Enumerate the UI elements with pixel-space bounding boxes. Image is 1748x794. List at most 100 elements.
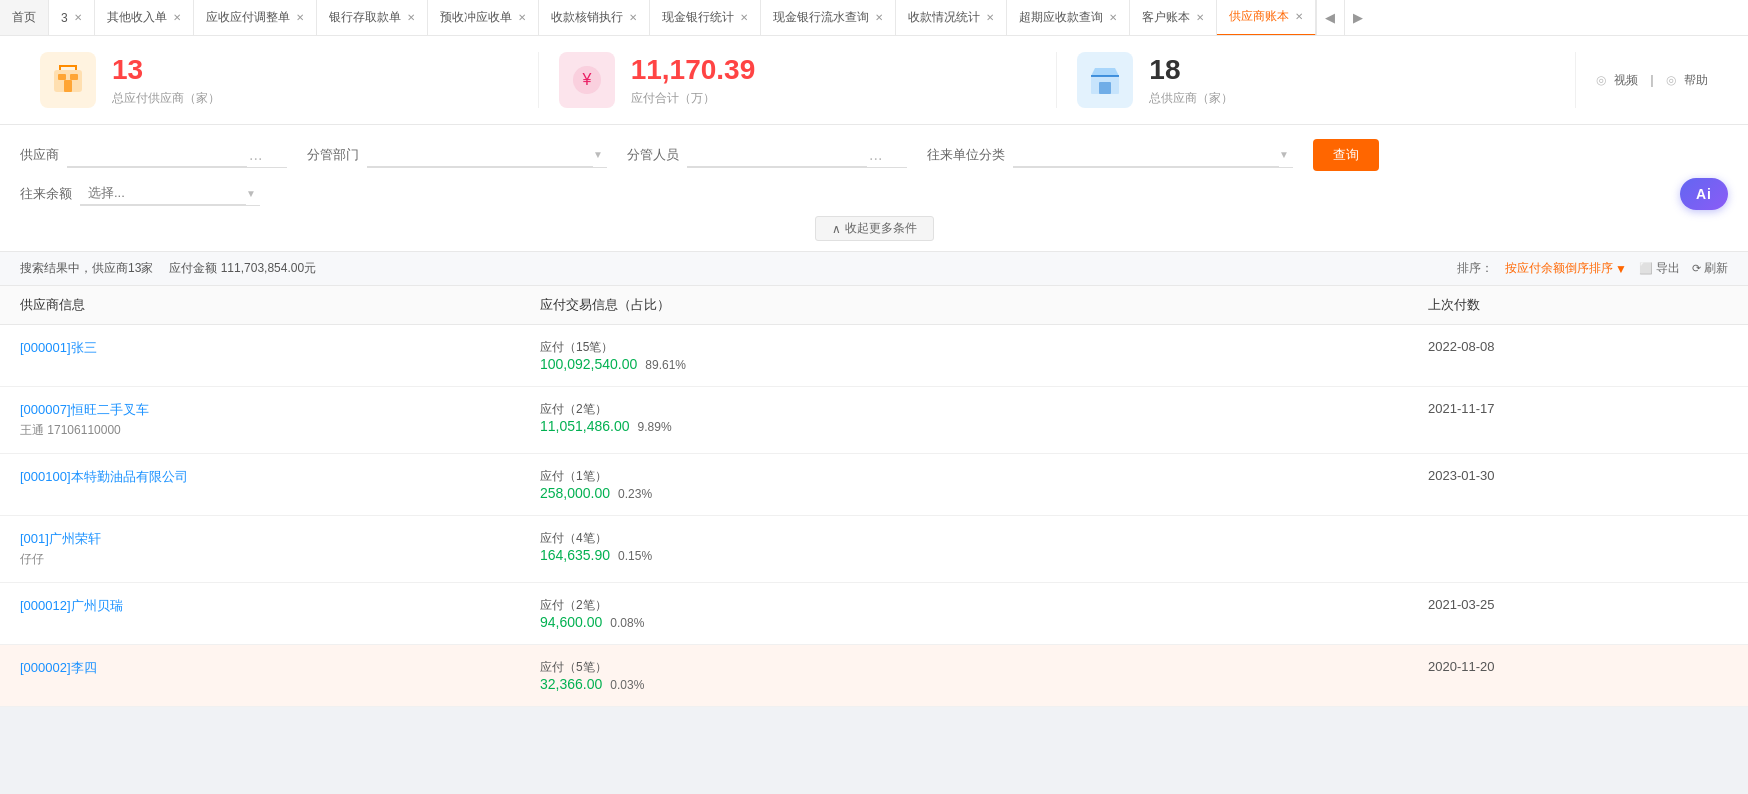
last-pay-cell-1: 2021-11-17	[1428, 401, 1728, 416]
table-row: [000100]本特勤油品有限公司 应付（1笔） 258,000.00 0.23…	[0, 454, 1748, 516]
close-tab3[interactable]: ✕	[74, 12, 82, 23]
person-filter-label: 分管人员	[627, 146, 679, 164]
search-button[interactable]: 查询	[1313, 139, 1379, 171]
supplier-info-cell: [000002]李四	[20, 659, 540, 677]
help-link[interactable]: 帮助	[1684, 72, 1708, 89]
category-dropdown-arrow[interactable]: ▼	[1279, 149, 1289, 160]
close-adjust[interactable]: ✕	[296, 12, 304, 23]
collapse-button[interactable]: ∧ 收起更多条件	[815, 216, 934, 241]
col-supplier-info: 供应商信息	[20, 296, 540, 314]
tx-info-cell-5: 应付（5笔） 32,366.00 0.03%	[540, 659, 1428, 692]
table-row: [000001]张三 应付（15笔） 100,092,540.00 89.61%…	[0, 325, 1748, 387]
card3-number: 18	[1149, 53, 1233, 87]
close-collect-stat[interactable]: ✕	[986, 12, 994, 23]
nav-cash-stat[interactable]: 现金银行统计 ✕	[650, 0, 761, 36]
summary-card-suppliers: 13 总应付供应商（家）	[20, 52, 539, 108]
category-filter-label: 往来单位分类	[927, 146, 1005, 164]
last-pay-cell-0: 2022-08-08	[1428, 339, 1728, 354]
table-row: [000012]广州贝瑞 应付（2笔） 94,600.00 0.08% 2021…	[0, 583, 1748, 645]
card1-number: 13	[112, 53, 220, 87]
video-link[interactable]: 视频	[1614, 72, 1638, 89]
close-overdue-query[interactable]: ✕	[1109, 12, 1117, 23]
table-row: [001]广州荣轩 仔仔 应付（4笔） 164,635.90 0.15%	[0, 516, 1748, 583]
close-advance-receive[interactable]: ✕	[518, 12, 526, 23]
chevron-up-icon: ∧	[832, 222, 841, 236]
supplier-link-3[interactable]: [001]广州荣轩	[20, 531, 101, 546]
tx-amount-2[interactable]: 258,000.00	[540, 485, 610, 501]
supplier-link-1[interactable]: [000007]恒旺二手叉车	[20, 402, 149, 417]
top-right-links: ◎ 视频 ｜ ◎ 帮助	[1576, 72, 1728, 89]
close-cash-stat[interactable]: ✕	[740, 12, 748, 23]
tx-percent-0: 89.61%	[645, 358, 686, 372]
nav-home[interactable]: 首页	[0, 0, 49, 36]
supplier-filter: 供应商 ...	[20, 143, 287, 168]
close-other-income[interactable]: ✕	[173, 12, 181, 23]
filter-row-1: 供应商 ... 分管部门 ▼ 分管人员 ... 往来单位分类	[20, 139, 1728, 171]
nav-bank[interactable]: 银行存取款单 ✕	[317, 0, 428, 36]
nav-collect-stat[interactable]: 收款情况统计 ✕	[896, 0, 1007, 36]
balance-input[interactable]	[80, 181, 246, 205]
nav-supplier-ledger[interactable]: 供应商账本 ✕	[1217, 0, 1316, 36]
summary-card-payable: ¥ 11,170.39 应付合计（万）	[539, 52, 1058, 108]
nav-advance-receive[interactable]: 预收冲应收单 ✕	[428, 0, 539, 36]
tx-amount-0[interactable]: 100,092,540.00	[540, 356, 637, 372]
circle-help-icon: ◎	[1666, 73, 1676, 87]
tx-info-cell-4: 应付（2笔） 94,600.00 0.08%	[540, 597, 1428, 630]
close-verify-exec[interactable]: ✕	[629, 12, 637, 23]
balance-dropdown-arrow[interactable]: ▼	[246, 188, 256, 199]
ai-button[interactable]: Ai	[1680, 178, 1728, 210]
collapse-bar: ∧ 收起更多条件	[20, 216, 1728, 241]
close-supplier-ledger[interactable]: ✕	[1295, 11, 1303, 22]
tx-amount-1[interactable]: 11,051,486.00	[540, 418, 630, 434]
tx-row-3: 164,635.90 0.15%	[540, 547, 1428, 563]
nav-verify-exec[interactable]: 收款核销执行 ✕	[539, 0, 650, 36]
close-cash-query[interactable]: ✕	[875, 12, 883, 23]
tx-row-2: 258,000.00 0.23%	[540, 485, 1428, 501]
tx-row-4: 94,600.00 0.08%	[540, 614, 1428, 630]
nav-prev-arrow[interactable]: ◀	[1316, 0, 1344, 36]
nav-customer-ledger[interactable]: 客户账本 ✕	[1130, 0, 1217, 36]
supplier-link-0[interactable]: [000001]张三	[20, 340, 97, 355]
export-button[interactable]: ⬜ 导出	[1639, 260, 1680, 277]
filter-section: 供应商 ... 分管部门 ▼ 分管人员 ... 往来单位分类	[0, 125, 1748, 252]
nav-tab3[interactable]: 3 ✕	[49, 0, 95, 36]
tx-amount-3[interactable]: 164,635.90	[540, 547, 610, 563]
supplier-input[interactable]	[67, 143, 247, 167]
person-input[interactable]	[687, 143, 867, 167]
tx-amount-5[interactable]: 32,366.00	[540, 676, 602, 692]
nav-next-arrow[interactable]: ▶	[1344, 0, 1372, 36]
tx-percent-5: 0.03%	[610, 678, 644, 692]
person-input-wrapper: ...	[687, 143, 907, 168]
sort-dropdown-arrow: ▼	[1615, 262, 1627, 276]
dept-filter: 分管部门 ▼	[307, 143, 607, 168]
close-bank[interactable]: ✕	[407, 12, 415, 23]
nav-other-income[interactable]: 其他收入单 ✕	[95, 0, 194, 36]
tx-amount-4[interactable]: 94,600.00	[540, 614, 602, 630]
result-bar: 搜索结果中，供应商13家 应付金额 111,703,854.00元 排序： 按应…	[0, 252, 1748, 286]
card1-label: 总应付供应商（家）	[112, 90, 220, 107]
nav-adjust[interactable]: 应收应付调整单 ✕	[194, 0, 317, 36]
nav-cash-query[interactable]: 现金银行流水查询 ✕	[761, 0, 896, 36]
supplier-link-4[interactable]: [000012]广州贝瑞	[20, 598, 123, 613]
supplier-link-2[interactable]: [000100]本特勤油品有限公司	[20, 469, 188, 484]
supplier-dots[interactable]: ...	[249, 146, 262, 164]
summary-section: 13 总应付供应商（家） ¥ 11,170.39 应付合计（万） 18	[0, 36, 1748, 125]
dept-input[interactable]	[367, 143, 593, 167]
category-input[interactable]	[1013, 143, 1279, 167]
supplier-sub-3: 仔仔	[20, 551, 540, 568]
nav-overdue-query[interactable]: 超期应收款查询 ✕	[1007, 0, 1130, 36]
col-tx-info: 应付交易信息（占比）	[540, 296, 1428, 314]
supplier-link-5[interactable]: [000002]李四	[20, 660, 97, 675]
close-customer-ledger[interactable]: ✕	[1196, 12, 1204, 23]
last-pay-cell-4: 2021-03-25	[1428, 597, 1728, 612]
supplier-info-cell: [000007]恒旺二手叉车 王通 17106110000	[20, 401, 540, 439]
dept-dropdown-arrow[interactable]: ▼	[593, 149, 603, 160]
supplier-sub-1: 王通 17106110000	[20, 422, 540, 439]
refresh-button[interactable]: ⟳ 刷新	[1692, 260, 1728, 277]
card3-content: 18 总供应商（家）	[1149, 53, 1233, 108]
person-dots[interactable]: ...	[869, 146, 882, 164]
table-row: [000007]恒旺二手叉车 王通 17106110000 应付（2笔） 11,…	[0, 387, 1748, 454]
tx-row-0: 100,092,540.00 89.61%	[540, 356, 1428, 372]
tx-percent-4: 0.08%	[610, 616, 644, 630]
sort-button[interactable]: 按应付余额倒序排序 ▼	[1505, 260, 1627, 277]
